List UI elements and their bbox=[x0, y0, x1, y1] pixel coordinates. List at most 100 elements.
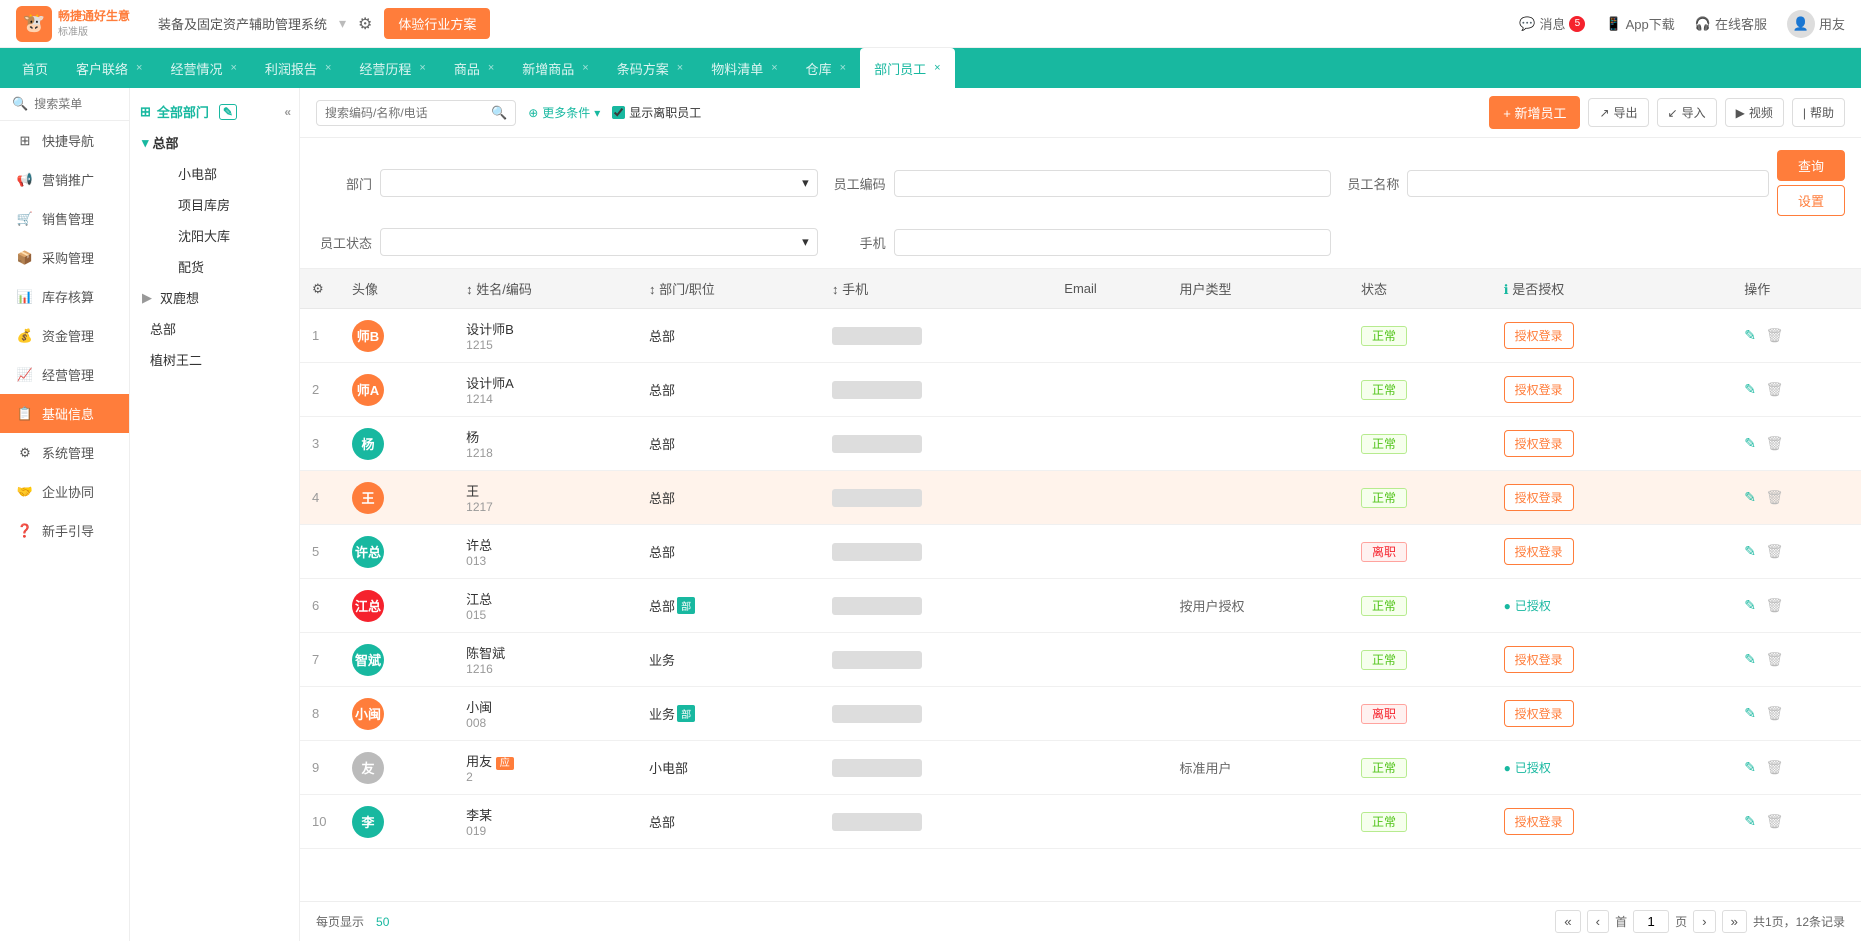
delete-btn[interactable] bbox=[1766, 489, 1784, 505]
try-btn[interactable]: 体验行业方案 bbox=[384, 8, 490, 39]
auth-btn[interactable]: 授权登录 bbox=[1504, 484, 1574, 511]
auth-btn[interactable]: 授权登录 bbox=[1504, 808, 1574, 835]
message-btn[interactable]: 💬 消息 5 bbox=[1519, 14, 1585, 33]
dept-settings-icon[interactable]: ✎ bbox=[219, 104, 237, 120]
tab-warehouse-close[interactable]: × bbox=[840, 62, 846, 74]
sidebar-item-sales[interactable]: 🛒 销售管理 bbox=[0, 199, 129, 238]
auth-btn[interactable]: 授权登录 bbox=[1504, 376, 1574, 403]
delete-btn[interactable] bbox=[1766, 705, 1784, 721]
dept-item-xiaodian[interactable]: 小电部 bbox=[158, 158, 299, 189]
pager-first[interactable]: « bbox=[1555, 910, 1580, 933]
tab-add-goods-close[interactable]: × bbox=[582, 62, 588, 74]
pager-next[interactable]: › bbox=[1693, 910, 1715, 933]
edit-btn[interactable] bbox=[1744, 543, 1756, 559]
dept-all[interactable]: ⊞ 全部部门 ✎ « bbox=[130, 96, 299, 127]
delete-btn[interactable] bbox=[1766, 381, 1784, 397]
edit-btn[interactable] bbox=[1744, 327, 1756, 343]
service-btn[interactable]: 🎧 在线客服 bbox=[1695, 14, 1767, 33]
sidebar-item-system[interactable]: ⚙ 系统管理 bbox=[0, 433, 129, 472]
dept-item-project[interactable]: 项目库房 bbox=[158, 189, 299, 220]
tab-operation[interactable]: 经营情况× bbox=[156, 48, 250, 88]
sidebar-item-purchase[interactable]: 📦 采购管理 bbox=[0, 238, 129, 277]
pager-input[interactable] bbox=[1633, 910, 1669, 933]
show-resigned-checkbox[interactable] bbox=[612, 106, 625, 119]
tab-barcode-close[interactable]: × bbox=[677, 62, 683, 74]
title-dropdown-icon[interactable]: ▾ bbox=[339, 15, 346, 32]
show-resigned-toggle[interactable]: 显示离职员工 bbox=[612, 104, 701, 121]
delete-btn[interactable] bbox=[1766, 651, 1784, 667]
tab-customer[interactable]: 客户联络× bbox=[62, 48, 156, 88]
tab-bom[interactable]: 物料清单× bbox=[697, 48, 791, 88]
sidebar-item-finance[interactable]: 💰 资金管理 bbox=[0, 316, 129, 355]
edit-btn[interactable] bbox=[1744, 705, 1756, 721]
dept-group-zongbu[interactable]: ▾ 总部 bbox=[130, 127, 299, 158]
filter-status-select[interactable]: ▾ bbox=[380, 228, 818, 256]
col-phone[interactable]: ↕ 手机 bbox=[820, 269, 1052, 309]
tab-home[interactable]: 首页 bbox=[8, 48, 62, 88]
filter-emp-code-input[interactable] bbox=[894, 170, 1332, 197]
tab-barcode[interactable]: 条码方案× bbox=[603, 48, 697, 88]
sidebar-item-operation[interactable]: 📈 经营管理 bbox=[0, 355, 129, 394]
delete-btn[interactable] bbox=[1766, 435, 1784, 451]
edit-btn[interactable] bbox=[1744, 813, 1756, 829]
sidebar-item-marketing[interactable]: 📢 营销推广 bbox=[0, 160, 129, 199]
edit-btn[interactable] bbox=[1744, 651, 1756, 667]
delete-btn[interactable] bbox=[1766, 813, 1784, 829]
search-input[interactable] bbox=[325, 106, 485, 120]
edit-btn[interactable] bbox=[1744, 597, 1756, 613]
tab-add-goods[interactable]: 新增商品× bbox=[508, 48, 602, 88]
tab-department-close[interactable]: × bbox=[934, 62, 940, 74]
help-btn[interactable]: | 帮助 bbox=[1792, 98, 1845, 127]
tab-bom-close[interactable]: × bbox=[771, 62, 777, 74]
filter-emp-name-input[interactable] bbox=[1407, 170, 1769, 197]
edit-btn[interactable] bbox=[1744, 489, 1756, 505]
filter-phone-input[interactable] bbox=[894, 229, 1332, 256]
delete-btn[interactable] bbox=[1766, 327, 1784, 343]
sidebar-item-inventory[interactable]: 📊 库存核算 bbox=[0, 277, 129, 316]
auth-btn[interactable]: 授权登录 bbox=[1504, 430, 1574, 457]
tab-journey[interactable]: 经营历程× bbox=[345, 48, 439, 88]
view-btn[interactable]: ▶ 视频 bbox=[1725, 98, 1784, 127]
sidebar-item-corp[interactable]: 🤝 企业协同 bbox=[0, 472, 129, 511]
import-btn[interactable]: ↙ 导入 bbox=[1657, 98, 1717, 127]
tab-journey-close[interactable]: × bbox=[419, 62, 425, 74]
tab-goods-close[interactable]: × bbox=[488, 62, 494, 74]
tab-operation-close[interactable]: × bbox=[230, 62, 236, 74]
tab-customer-close[interactable]: × bbox=[136, 62, 142, 74]
edit-btn[interactable] bbox=[1744, 759, 1756, 775]
sidebar-item-quick[interactable]: ⊞ 快捷导航 bbox=[0, 121, 129, 160]
add-employee-btn[interactable]: + 新增员工 bbox=[1489, 96, 1580, 129]
query-btn[interactable]: 查询 bbox=[1777, 150, 1845, 181]
col-settings[interactable]: ⚙ bbox=[300, 269, 340, 309]
tab-goods[interactable]: 商品× bbox=[440, 48, 508, 88]
dept-item-distribution[interactable]: 配货 bbox=[158, 251, 299, 282]
search-icon[interactable]: 🔍 bbox=[491, 105, 507, 121]
more-filters-btn[interactable]: ⊕ 更多条件 ▾ bbox=[528, 104, 600, 121]
col-dept[interactable]: ↕ 部门/职位 bbox=[637, 269, 820, 309]
auth-btn[interactable]: 授权登录 bbox=[1504, 322, 1574, 349]
tab-profit-close[interactable]: × bbox=[325, 62, 331, 74]
user-btn[interactable]: 👤 用友 bbox=[1787, 10, 1845, 38]
dept-item-shuanglu[interactable]: ▶ 双鹿想 bbox=[130, 282, 299, 313]
tab-profit[interactable]: 利润报告× bbox=[251, 48, 345, 88]
app-download-btn[interactable]: 📱 App下载 bbox=[1605, 14, 1674, 33]
pager-last[interactable]: » bbox=[1722, 910, 1747, 933]
auth-btn[interactable]: 授权登录 bbox=[1504, 646, 1574, 673]
delete-btn[interactable] bbox=[1766, 543, 1784, 559]
sidebar-item-basic[interactable]: 📋 基础信息 bbox=[0, 394, 129, 433]
delete-btn[interactable] bbox=[1766, 759, 1784, 775]
export-btn[interactable]: ↗ 导出 bbox=[1588, 98, 1648, 127]
col-name[interactable]: ↕ 姓名/编码 bbox=[454, 269, 637, 309]
delete-btn[interactable] bbox=[1766, 597, 1784, 613]
edit-btn[interactable] bbox=[1744, 435, 1756, 451]
sidebar-search-input[interactable] bbox=[34, 97, 117, 111]
dept-collapse-icon[interactable]: « bbox=[284, 105, 291, 119]
dept-item-shenyang[interactable]: 沈阳大库 bbox=[158, 220, 299, 251]
sidebar-item-guide[interactable]: ❓ 新手引导 bbox=[0, 511, 129, 550]
reset-btn[interactable]: 设置 bbox=[1777, 185, 1845, 216]
tab-warehouse[interactable]: 仓库× bbox=[792, 48, 860, 88]
filter-dept-select[interactable]: ▾ bbox=[380, 169, 818, 197]
edit-btn[interactable] bbox=[1744, 381, 1756, 397]
pager-prev[interactable]: ‹ bbox=[1587, 910, 1609, 933]
settings-icon[interactable] bbox=[358, 14, 372, 34]
